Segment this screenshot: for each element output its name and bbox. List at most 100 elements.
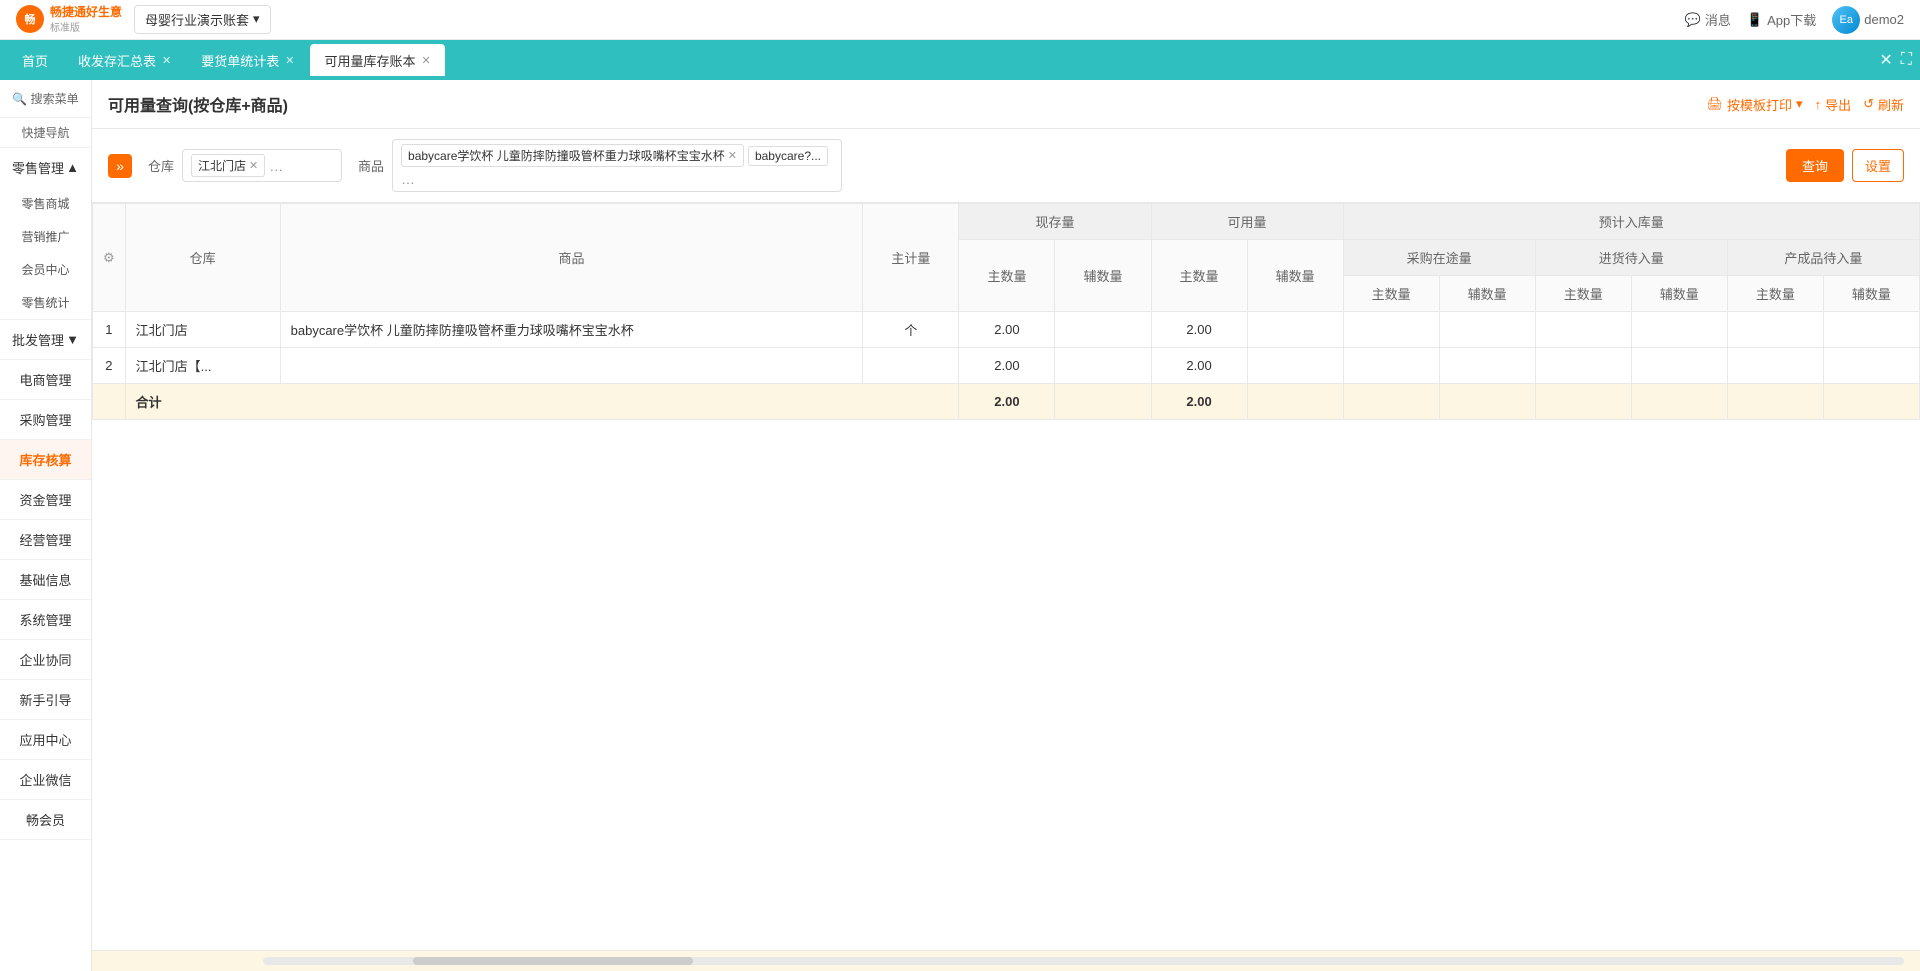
sidebar-item-guide[interactable]: 新手引导	[0, 680, 91, 720]
row-index-0: 1	[93, 312, 126, 348]
sidebar-item-basic[interactable]: 基础信息	[0, 560, 91, 600]
sidebar-item-finance[interactable]: 资金管理	[0, 480, 91, 520]
sidebar-item-members[interactable]: 会员中心	[0, 253, 91, 286]
sidebar-item-system[interactable]: 系统管理	[0, 600, 91, 640]
tenant-selector[interactable]: 母婴行业演示账套 ▾	[134, 5, 271, 34]
export-label: 导出	[1825, 95, 1851, 114]
tab-order-stat-label: 要货单统计表	[201, 51, 279, 70]
refresh-icon: ↺	[1863, 96, 1874, 112]
app-download-icon: 📱	[1747, 12, 1763, 28]
row-warehouse-1: 江北门店【...	[125, 348, 280, 384]
tab-close-icon[interactable]: ✕	[1879, 50, 1892, 70]
tab-available-stock[interactable]: 可用量库存账本 ✕	[310, 44, 444, 76]
warehouse-tag-close[interactable]: ✕	[249, 159, 258, 172]
brand: 畅 畅捷通好生意 标准版	[16, 5, 122, 34]
pp-aux-header: 辅数量	[1631, 276, 1727, 312]
sidebar-item-operation[interactable]: 经营管理	[0, 520, 91, 560]
warehouse-tag-box[interactable]: 江北门店 ✕ …	[182, 149, 342, 182]
row-pp-main-1	[1535, 348, 1631, 384]
product-tag-1-label: babycare学饮杯 儿童防摔防撞吸管杯重力球吸嘴杯宝宝水杯	[408, 147, 725, 164]
row-pt-aux-0	[1439, 312, 1535, 348]
sidebar-item-enterprise[interactable]: 企业协同	[0, 640, 91, 680]
print-icon: 🖨	[1707, 96, 1724, 112]
sidebar-item-inventory[interactable]: 库存核算	[0, 440, 91, 480]
prod-aux-header: 辅数量	[1823, 276, 1919, 312]
row-pt-main-1	[1343, 348, 1439, 384]
export-icon: ↑	[1815, 97, 1822, 112]
row-pt-aux-1	[1439, 348, 1535, 384]
footer-pp-main	[1535, 384, 1631, 420]
product-filter: 商品 babycare学饮杯 儿童防摔防撞吸管杯重力球吸嘴杯宝宝水杯 ✕ bab…	[358, 139, 842, 192]
product-ellipsis[interactable]: …	[401, 171, 415, 187]
bottom-scrollbar[interactable]	[263, 957, 1904, 965]
refresh-btn[interactable]: ↺ 刷新	[1863, 95, 1904, 114]
warehouse-ellipsis[interactable]: …	[269, 158, 283, 174]
tab-receive-pay-close[interactable]: ✕	[162, 54, 171, 67]
sidebar-item-marketing[interactable]: 营销推广	[0, 220, 91, 253]
tab-available-stock-close[interactable]: ✕	[422, 54, 431, 67]
pp-main-header: 主数量	[1535, 276, 1631, 312]
settings-col-header: ⚙	[93, 204, 126, 312]
row-unit-0: 个	[863, 312, 959, 348]
sidebar-quick-nav-label: 快捷导航	[21, 126, 69, 140]
tab-receive-pay[interactable]: 收发存汇总表 ✕	[64, 44, 185, 76]
tab-receive-pay-label: 收发存汇总表	[78, 51, 156, 70]
template-print-btn[interactable]: 🖨 按模板打印 ▾	[1707, 95, 1803, 114]
row-available-aux-1	[1247, 348, 1343, 384]
product-tag-1-close[interactable]: ✕	[728, 149, 737, 162]
message-action[interactable]: 💬 消息	[1685, 10, 1731, 29]
user-profile[interactable]: Ea demo2	[1832, 6, 1904, 34]
warehouse-tag-label: 江北门店	[198, 157, 246, 174]
tenant-name: 母婴行业演示账套	[145, 10, 249, 29]
sidebar-item-apps[interactable]: 应用中心	[0, 720, 91, 760]
sidebar-group-retail-icon: ▲	[66, 160, 79, 175]
row-unit-1	[863, 348, 959, 384]
sidebar-item-retail-stats[interactable]: 零售统计	[0, 286, 91, 319]
template-print-label: 按模板打印	[1727, 95, 1792, 114]
tenant-chevron: ▾	[253, 11, 260, 27]
row-prod-main-0	[1727, 312, 1823, 348]
sidebar-group-retail: 零售管理 ▲ 零售商城 营销推广 会员中心 零售统计	[0, 148, 91, 320]
avatar: Ea	[1832, 6, 1860, 34]
username: demo2	[1864, 12, 1904, 27]
available-header: 可用量	[1151, 204, 1343, 240]
filter-actions: 查询 设置	[1786, 149, 1904, 182]
unit-col-header: 主计量	[863, 204, 959, 312]
row-product-0: babycare学饮杯 儿童防摔防撞吸管杯重力球吸嘴杯宝宝水杯	[280, 312, 863, 348]
sidebar: 🔍 搜索菜单 快捷导航 零售管理 ▲ 零售商城 营销推广 会员中心 零售统计 批…	[0, 80, 92, 971]
planned-inbound-header: 预计入库量	[1343, 204, 1919, 240]
sidebar-search[interactable]: 🔍 搜索菜单	[0, 80, 91, 118]
gear-icon[interactable]: ⚙	[103, 250, 115, 265]
top-bar: 畅 畅捷通好生意 标准版 母婴行业演示账套 ▾ 💬 消息 📱 App下载 Ea …	[0, 0, 1920, 40]
sidebar-group-retail-header[interactable]: 零售管理 ▲	[0, 148, 91, 187]
tab-order-stat[interactable]: 要货单统计表 ✕	[187, 44, 308, 76]
tab-home[interactable]: 首页	[8, 44, 62, 76]
product-tag-1: babycare学饮杯 儿童防摔防撞吸管杯重力球吸嘴杯宝宝水杯 ✕	[401, 144, 744, 167]
search-icon: 🔍	[12, 92, 27, 106]
content-area: 可用量查询(按仓库+商品) 🖨 按模板打印 ▾ ↑ 导出 ↺ 刷新 »	[92, 80, 1920, 971]
sidebar-item-retail-mall[interactable]: 零售商城	[0, 187, 91, 220]
product-tag-2: babycare?...	[748, 146, 828, 166]
current-main-header: 主数量	[959, 240, 1055, 312]
sidebar-quick-nav[interactable]: 快捷导航	[0, 118, 91, 148]
filter-toggle[interactable]: »	[108, 154, 132, 178]
app-download-action[interactable]: 📱 App下载	[1747, 10, 1816, 29]
sidebar-item-vip[interactable]: 畅会员	[0, 800, 91, 840]
warehouse-label: 仓库	[148, 156, 174, 175]
sidebar-item-wechat[interactable]: 企业微信	[0, 760, 91, 800]
query-button[interactable]: 查询	[1786, 149, 1844, 182]
tab-maximize-icon[interactable]: ⛶	[1901, 51, 1912, 69]
sidebar-group-wholesale-header[interactable]: 批发管理 ▼	[0, 320, 91, 359]
sidebar-item-ecommerce[interactable]: 电商管理	[0, 360, 91, 400]
tab-order-stat-close[interactable]: ✕	[285, 54, 294, 67]
scrollbar-thumb	[413, 957, 693, 965]
table-row: 1 江北门店 babycare学饮杯 儿童防摔防撞吸管杯重力球吸嘴杯宝宝水杯 个…	[93, 312, 1920, 348]
settings-button[interactable]: 设置	[1852, 149, 1904, 182]
sidebar-item-purchase[interactable]: 采购管理	[0, 400, 91, 440]
product-tag-box[interactable]: babycare学饮杯 儿童防摔防撞吸管杯重力球吸嘴杯宝宝水杯 ✕ babyca…	[392, 139, 842, 192]
footer-current-main: 2.00	[959, 384, 1055, 420]
export-btn[interactable]: ↑ 导出	[1815, 95, 1852, 114]
refresh-label: 刷新	[1878, 95, 1904, 114]
prod-main-header: 主数量	[1727, 276, 1823, 312]
row-current-main-1: 2.00	[959, 348, 1055, 384]
